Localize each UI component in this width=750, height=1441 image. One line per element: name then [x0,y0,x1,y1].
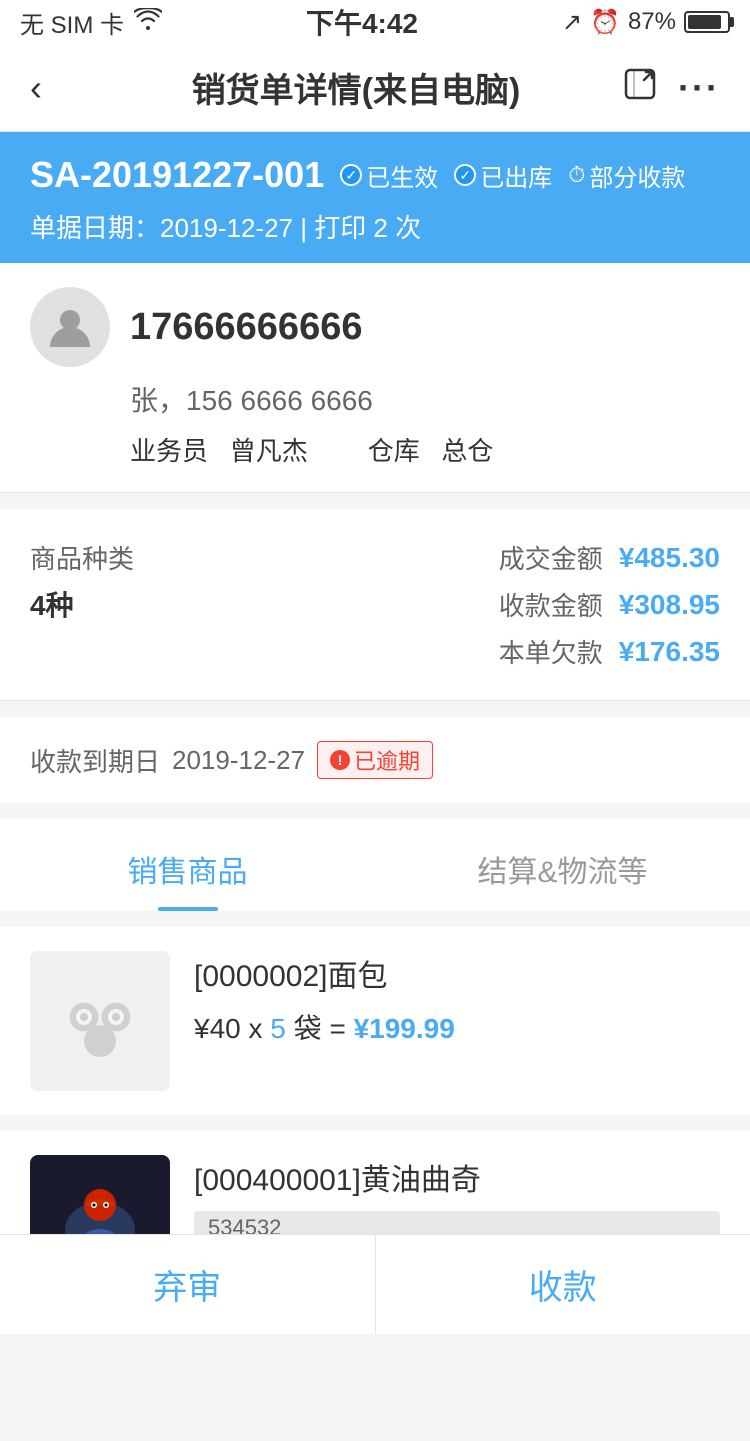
check-icon-effective: ✓ [340,164,362,186]
product-thumbnail-1: + [30,951,170,1091]
salesperson-value: 曾凡杰 [230,436,308,466]
status-left: 无 SIM 卡 [20,5,162,40]
overdue-label: 已逾期 [354,744,420,776]
battery-percent: 87% [628,8,676,36]
status-partial-payment: ⏱ 部分收款 [568,158,685,193]
tab-products[interactable]: 销售商品 [0,819,375,911]
product-info-1: [0000002]面包 ¥40 x 5 袋 = ¥199.99 [194,951,720,1047]
alarm-icon: ⏰ [590,8,620,37]
debt-value: ¥176.35 [619,636,720,668]
customer-phone: 张，156 6666 6666 [30,379,720,419]
trade-amount-row: 成交金额 ¥485.30 [499,539,720,576]
customer-id: 17666666666 [130,306,362,349]
payment-label: 收款金额 [499,586,603,623]
customer-section: 17666666666 张，156 6666 6666 业务员 曾凡杰 仓库 总… [0,263,750,492]
due-date-label: 收款到期日 [30,742,160,779]
header-banner: SA-20191227-001 ✓ 已生效 ✓ 已出库 ⏱ 部分收款 单据日期：… [0,132,750,263]
warehouse-value: 总仓 [441,436,493,466]
wifi-icon [134,8,162,37]
warehouse-row: 仓库 总仓 [368,431,494,468]
back-button[interactable]: ‹ [30,67,90,109]
product-price-1: ¥40 x 5 袋 = ¥199.99 [194,1007,720,1047]
payment-value: ¥308.95 [619,589,720,621]
battery-icon [684,11,730,33]
product-qty-1: 5 [270,1013,286,1044]
tab-settlement[interactable]: 结算&物流等 [375,819,750,911]
clock-icon: ⏱ [568,162,585,188]
avatar [30,287,110,367]
warehouse-label: 仓库 [368,436,420,466]
separator-2 [0,700,750,701]
summary-section: 商品种类 4种 成交金额 ¥485.30 收款金额 ¥308.95 本单欠款 ¥… [0,509,750,700]
nav-bar: ‹ 销货单详情(来自电脑) ··· [0,44,750,132]
separator-1 [0,492,750,493]
customer-info: 业务员 曾凡杰 仓库 总仓 [30,431,720,468]
bottom-bar: 弃审 收款 [0,1234,750,1334]
payment-row: 收款金额 ¥308.95 [499,586,720,623]
product-total-1: ¥199.99 [354,1013,455,1044]
debt-row: 本单欠款 ¥176.35 [499,633,720,670]
product-list: + [0000002]面包 ¥40 x 5 袋 = ¥199.99 [0,927,750,1441]
product-name-1: [0000002]面包 [194,951,720,995]
status-bar: 无 SIM 卡 下午4:42 ↗ ⏰ 87% [0,0,750,44]
overdue-badge: ! 已逾期 [317,741,433,779]
status-time: 下午4:42 [306,2,418,42]
carrier-label: 无 SIM 卡 [20,5,124,40]
summary-right: 成交金额 ¥485.30 收款金额 ¥308.95 本单欠款 ¥176.35 [499,539,720,670]
overdue-icon: ! [330,750,350,770]
collect-payment-button[interactable]: 收款 [376,1235,750,1334]
status-effective: ✓ 已生效 [340,158,438,193]
customer-main: 17666666666 [30,287,720,367]
order-id: SA-20191227-001 [30,154,324,196]
more-icon[interactable]: ··· [678,67,720,109]
product-item: + [0000002]面包 ¥40 x 5 袋 = ¥199.99 [0,927,750,1115]
trade-amount-label: 成交金额 [499,539,603,576]
svg-text:+: + [90,1036,97,1048]
status-shipped: ✓ 已出库 [454,158,552,193]
order-id-row: SA-20191227-001 ✓ 已生效 ✓ 已出库 ⏱ 部分收款 [30,154,720,196]
trade-amount-value: ¥485.30 [619,542,720,574]
product-types-label: 商品种类 [30,539,134,576]
product-types-value: 4种 [30,584,134,624]
product-name-2: [000400001]黄油曲奇 [194,1155,720,1199]
page-title: 销货单详情(来自电脑) [192,63,521,112]
summary-left: 商品种类 4种 [30,539,134,670]
abandon-review-button[interactable]: 弃审 [0,1235,376,1334]
nav-actions: ··· [622,66,720,110]
debt-label: 本单欠款 [499,633,603,670]
due-date-value: 2019-12-27 [172,745,305,776]
header-date: 单据日期：2019-12-27 | 打印 2 次 [30,208,720,245]
due-section: 收款到期日 2019-12-27 ! 已逾期 [0,717,750,803]
export-icon[interactable] [622,66,658,110]
location-icon: ↗ [562,8,582,37]
bottom-space [0,1321,750,1441]
status-right: ↗ ⏰ 87% [562,8,730,37]
salesperson-label: 业务员 [130,436,208,466]
check-icon-shipped: ✓ [454,164,476,186]
tabs-bar: 销售商品 结算&物流等 [0,819,750,911]
salesperson-row: 业务员 曾凡杰 [130,431,308,468]
